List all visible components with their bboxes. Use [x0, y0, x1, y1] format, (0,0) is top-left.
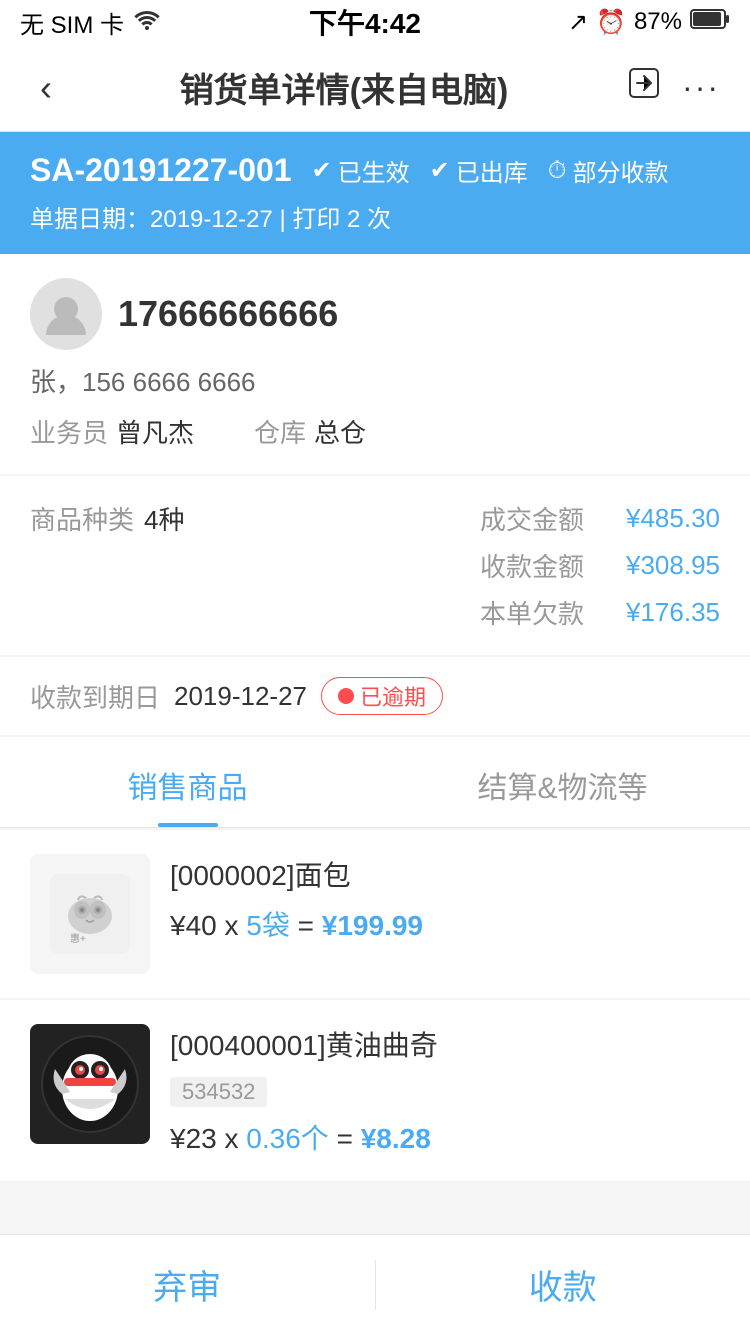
deal-amount-label: 成交金额 — [480, 500, 584, 537]
order-banner-top: SA-20191227-001 ✔ 已生效 ✔ 已出库 ⏱ 部分收款 — [30, 152, 720, 189]
alarm-icon: ⏰ — [596, 8, 626, 37]
product-list: 惠+ [0000002]面包 ¥40 x 5袋 = ¥199.99 — [0, 830, 750, 1181]
amount-stats: 成交金额 ¥485.30 收款金额 ¥308.95 本单欠款 ¥176.35 — [480, 500, 720, 631]
overdue-text: 已逾期 — [360, 680, 426, 712]
product-badge-2: 534532 — [170, 1077, 267, 1107]
product-info-1: [0000002]面包 ¥40 x 5袋 = ¥199.99 — [170, 854, 720, 944]
nav-bar: ‹ 销货单详情(来自电脑) ··· — [0, 44, 750, 132]
battery-icon — [690, 8, 730, 37]
customer-id: 17666666666 — [118, 293, 338, 335]
warehouse-item: 仓库 总仓 — [254, 413, 366, 450]
collected-row: 收款金额 ¥308.95 — [480, 547, 720, 584]
order-id: SA-20191227-001 — [30, 152, 292, 189]
status-right: ↗ ⏰ 87% — [568, 8, 730, 37]
cancel-button[interactable]: 弃审 — [0, 1235, 375, 1334]
product-name-1: [0000002]面包 — [170, 854, 720, 894]
confirm-button[interactable]: 收款 — [376, 1235, 750, 1334]
due-date: 2019-12-27 — [174, 681, 307, 712]
clock-icon: ⏱ — [548, 157, 567, 185]
overdue-badge: 已逾期 — [321, 677, 443, 715]
product-image-owl — [30, 1024, 150, 1144]
bottom-bar: 弃审 收款 — [0, 1234, 750, 1334]
wifi-icon — [132, 8, 162, 37]
customer-name-phone: 张，156 6666 6666 — [30, 362, 720, 399]
owed-label: 本单欠款 — [480, 594, 584, 631]
due-section: 收款到期日 2019-12-27 已逾期 — [0, 657, 750, 735]
owed-value: ¥176.35 — [600, 597, 720, 628]
stats-section: 商品种类 4种 成交金额 ¥485.30 收款金额 ¥308.95 本单欠款 ¥… — [0, 476, 750, 655]
avatar — [30, 278, 102, 350]
owed-row: 本单欠款 ¥176.35 — [480, 594, 720, 631]
status-left: 无 SIM 卡 — [20, 5, 162, 40]
share-icon[interactable] — [626, 65, 662, 110]
check-icon-2: ✔ — [430, 156, 450, 185]
warehouse-label: 仓库 — [254, 413, 306, 450]
total-1: ¥199.99 — [322, 910, 423, 941]
tab-products[interactable]: 销售商品 — [0, 737, 375, 827]
collected-label: 收款金额 — [480, 547, 584, 584]
status-shipped: ✔ 已出库 — [430, 153, 528, 188]
status-effective: ✔ 已生效 — [312, 153, 410, 188]
price-base-1: ¥40 — [170, 910, 217, 941]
check-icon-1: ✔ — [312, 156, 332, 185]
product-info-2: [000400001]黄油曲奇 534532 ¥23 x 0.36个 = ¥8.… — [170, 1024, 720, 1157]
battery-text: 87% — [634, 8, 682, 36]
product-item: 惠+ [0000002]面包 ¥40 x 5袋 = ¥199.99 — [0, 830, 750, 998]
product-price-2: ¥23 x 0.36个 = ¥8.28 — [170, 1117, 720, 1157]
product-name-2: [000400001]黄油曲奇 — [170, 1024, 720, 1064]
svg-text:惠+: 惠+ — [70, 932, 86, 945]
price-base-2: ¥23 — [170, 1123, 217, 1154]
status-bar: 无 SIM 卡 下午4:42 ↗ ⏰ 87% — [0, 0, 750, 44]
salesperson-label: 业务员 — [30, 413, 108, 450]
customer-top: 17666666666 — [30, 278, 720, 350]
customer-meta: 业务员 曾凡杰 仓库 总仓 — [30, 413, 720, 450]
salesperson-value: 曾凡杰 — [116, 413, 194, 450]
deal-amount-row: 成交金额 ¥485.30 — [480, 500, 720, 537]
order-banner: SA-20191227-001 ✔ 已生效 ✔ 已出库 ⏱ 部分收款 单据日期：… — [0, 132, 750, 254]
overdue-dot-icon — [338, 688, 354, 704]
order-meta: 单据日期：2019-12-27 | 打印 2 次 — [30, 199, 720, 234]
back-button[interactable]: ‹ — [30, 57, 62, 119]
product-type: 商品种类 4种 — [30, 500, 184, 537]
tab-settlement[interactable]: 结算&物流等 — [375, 737, 750, 827]
product-type-label: 商品种类 — [30, 500, 134, 537]
qty-1: 5袋 — [246, 910, 290, 941]
warehouse-value: 总仓 — [314, 413, 366, 450]
salesperson-item: 业务员 曾凡杰 — [30, 413, 194, 450]
product-type-count: 4种 — [144, 500, 184, 537]
deal-amount-value: ¥485.30 — [600, 503, 720, 534]
due-label: 收款到期日 — [30, 678, 160, 715]
location-icon: ↗ — [568, 8, 588, 37]
status-time: 下午4:42 — [309, 2, 421, 42]
product-price-1: ¥40 x 5袋 = ¥199.99 — [170, 904, 720, 944]
customer-section: 17666666666 张，156 6666 6666 业务员 曾凡杰 仓库 总… — [0, 254, 750, 474]
status-partial: ⏱ 部分收款 — [548, 153, 669, 188]
carrier-text: 无 SIM 卡 — [20, 5, 124, 40]
tabs-section: 销售商品 结算&物流等 — [0, 737, 750, 828]
total-2: ¥8.28 — [361, 1123, 431, 1154]
more-icon[interactable]: ··· — [682, 69, 720, 106]
product-image-bread: 惠+ — [30, 854, 150, 974]
product-item-2: [000400001]黄油曲奇 534532 ¥23 x 0.36个 = ¥8.… — [0, 1000, 750, 1181]
collected-value: ¥308.95 — [600, 550, 720, 581]
qty-2: 0.36个 — [246, 1123, 329, 1154]
nav-actions: ··· — [626, 65, 720, 110]
page-title: 销货单详情(来自电脑) — [180, 63, 509, 112]
